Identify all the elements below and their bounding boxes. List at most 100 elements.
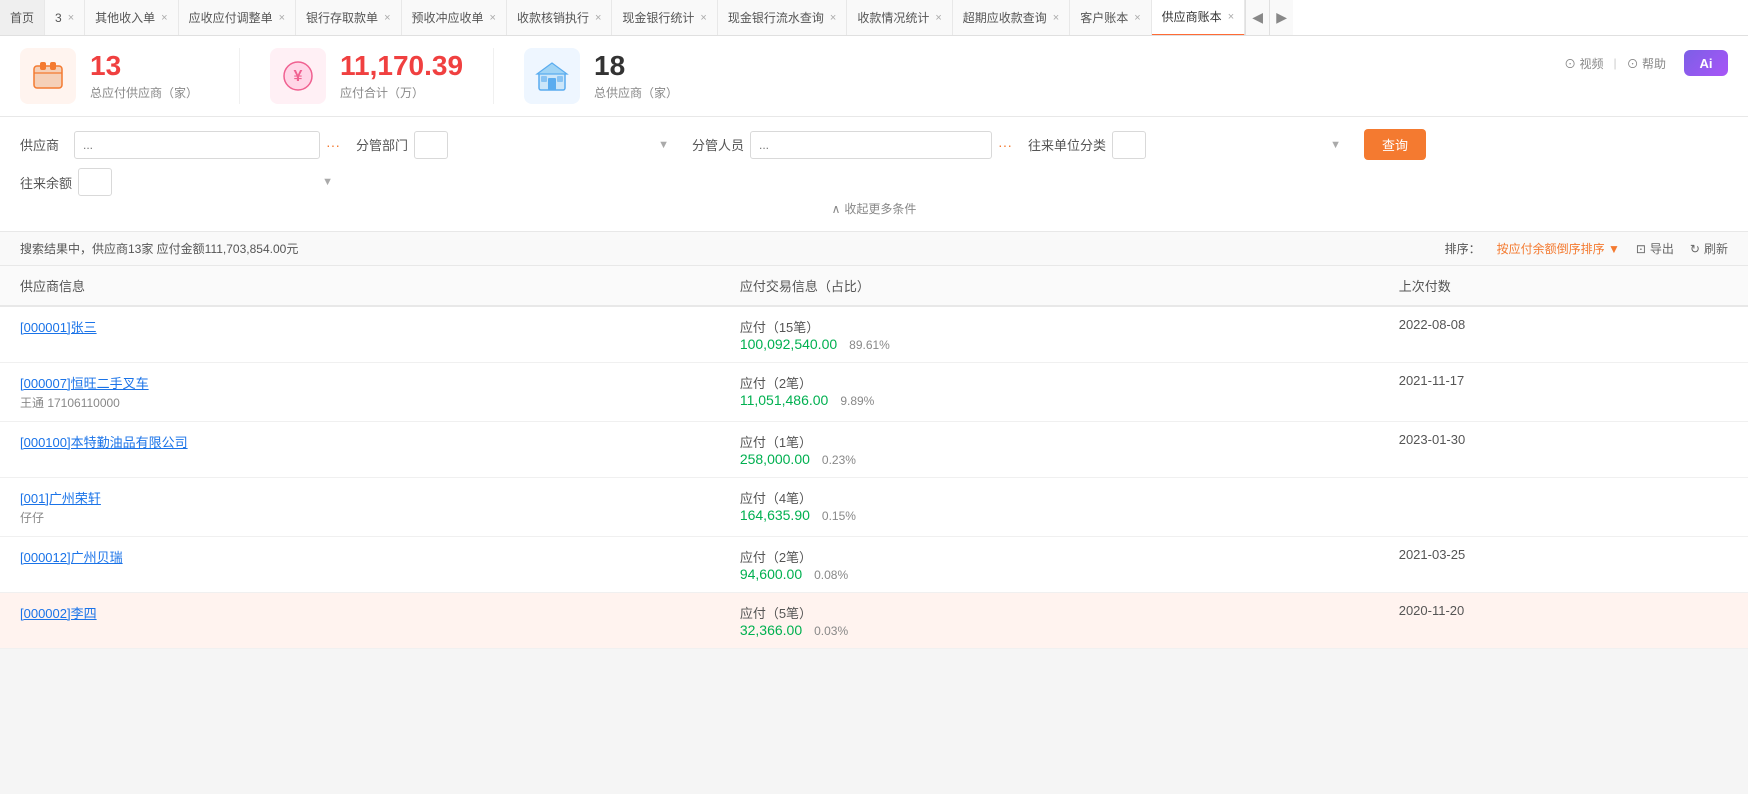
collapse-btn[interactable]: ∧ 收起更多条件 bbox=[20, 196, 1728, 223]
refresh-icon: ↻ bbox=[1690, 242, 1700, 256]
nav-tab-cash-bank-stat[interactable]: 现金银行统计 × bbox=[612, 0, 717, 36]
nav-tab-3[interactable]: 3 × bbox=[45, 0, 85, 36]
nav-tab-overdue-ar[interactable]: 超期应收款查询 × bbox=[953, 0, 1070, 36]
stat-block-total-suppliers: 18 总供应商（家） bbox=[524, 48, 744, 104]
stat-label-payable: 应付合计（万） bbox=[340, 84, 463, 101]
refresh-btn[interactable]: ↻ 刷新 bbox=[1690, 240, 1728, 257]
nav-tab-collection-verify[interactable]: 收款核销执行 × bbox=[507, 0, 612, 36]
filter-dept: 分管部门 ▼ bbox=[356, 131, 676, 159]
filter-supplier: 供应商 ··· bbox=[20, 131, 340, 159]
stat-num-suppliers: 13 bbox=[90, 51, 198, 82]
export-btn[interactable]: ⊡ 导出 bbox=[1636, 240, 1674, 257]
tx-pct: 0.08% bbox=[814, 568, 848, 582]
balance-select[interactable] bbox=[78, 168, 112, 196]
nav-tab-ar-ap-adjust[interactable]: 应收应付调整单 × bbox=[179, 0, 296, 36]
nav-tab-prepay-offset[interactable]: 预收冲应收单 × bbox=[402, 0, 507, 36]
nav-tab-overdue-ar-label: 超期应收款查询 bbox=[963, 9, 1047, 26]
supplier-input[interactable] bbox=[74, 131, 320, 159]
supplier-link[interactable]: [000001]张三 bbox=[20, 320, 97, 335]
nav-tab-home[interactable]: 首页 bbox=[0, 0, 45, 36]
th-tx-info: 应付交易信息（占比） bbox=[720, 266, 1379, 306]
sort-value-text: 按应付余额倒序排序 bbox=[1497, 242, 1605, 256]
nav-prev-arrow[interactable]: ◀ bbox=[1245, 0, 1269, 36]
supplier-sub: 王通 17106110000 bbox=[20, 394, 700, 411]
close-icon-collection-verify[interactable]: × bbox=[595, 12, 601, 24]
person-expand-icon[interactable]: ··· bbox=[998, 137, 1012, 153]
filter-category: 往来单位分类 ▼ bbox=[1028, 131, 1348, 159]
refresh-label: 刷新 bbox=[1704, 240, 1728, 257]
nav-tab-supplier-ledger[interactable]: 供应商账本 × bbox=[1152, 0, 1245, 36]
close-icon-customer-ledger[interactable]: × bbox=[1134, 12, 1140, 24]
nav-tab-customer-ledger[interactable]: 客户账本 × bbox=[1070, 0, 1151, 36]
nav-tab-cash-bank-flow[interactable]: 现金银行流水查询 × bbox=[718, 0, 847, 36]
tx-amount[interactable]: 100,092,540.00 bbox=[740, 336, 837, 352]
nav-tab-other-income-label: 其他收入单 bbox=[95, 9, 155, 26]
supplier-link[interactable]: [000012]广州贝瑞 bbox=[20, 550, 123, 565]
supplier-link[interactable]: [000002]李四 bbox=[20, 606, 97, 621]
help-btn[interactable]: ⊙ 帮助 bbox=[1627, 55, 1666, 72]
nav-tab-ar-ap-adjust-label: 应收应付调整单 bbox=[189, 9, 273, 26]
close-icon-supplier-ledger[interactable]: × bbox=[1228, 11, 1234, 23]
table-body: [000001]张三应付（15笔）100,092,540.0089.61%202… bbox=[0, 306, 1748, 649]
tx-label: 应付（2笔） bbox=[740, 373, 1359, 392]
top-nav: 首页 3 × 其他收入单 × 应收应付调整单 × 银行存取款单 × 预收冲应收单… bbox=[0, 0, 1748, 36]
tx-amount[interactable]: 94,600.00 bbox=[740, 566, 802, 582]
sort-value-btn[interactable]: 按应付余额倒序排序 ▼ bbox=[1497, 240, 1620, 257]
nav-tab-cash-bank-flow-label: 现金银行流水查询 bbox=[728, 9, 824, 26]
tx-label: 应付（5笔） bbox=[740, 603, 1359, 622]
supplier-expand-icon[interactable]: ··· bbox=[326, 137, 340, 153]
category-select[interactable] bbox=[1112, 131, 1146, 159]
payable-icon: ¥ bbox=[270, 48, 326, 104]
supplier-link[interactable]: [001]广州荣轩 bbox=[20, 491, 101, 506]
ai-badge-btn[interactable]: Ai bbox=[1684, 50, 1728, 76]
filter-row-2: 往来余额 ▼ bbox=[20, 168, 1728, 196]
result-bar: 搜索结果中，供应商13家 应付金额111,703,854.00元 排序： 按应付… bbox=[0, 232, 1748, 266]
nav-tab-supplier-ledger-label: 供应商账本 bbox=[1162, 8, 1222, 25]
tx-amount[interactable]: 164,635.90 bbox=[740, 507, 810, 523]
td-tx-info: 应付（2笔）94,600.000.08% bbox=[720, 537, 1379, 593]
supplier-label: 供应商 bbox=[20, 135, 68, 154]
stat-label-suppliers: 总应付供应商（家） bbox=[90, 84, 198, 101]
close-icon-3[interactable]: × bbox=[68, 12, 74, 24]
balance-chevron-icon: ▼ bbox=[322, 176, 333, 188]
nav-tab-collection-stat[interactable]: 收款情况统计 × bbox=[847, 0, 952, 36]
stat-num-total-suppliers: 18 bbox=[594, 51, 678, 82]
td-tx-info: 应付（2笔）11,051,486.009.89% bbox=[720, 363, 1379, 422]
table-row: [000012]广州贝瑞应付（2笔）94,600.000.08%2021-03-… bbox=[0, 537, 1748, 593]
table-row: [000002]李四应付（5笔）32,366.000.03%2020-11-20 bbox=[0, 593, 1748, 649]
td-last-payment bbox=[1379, 478, 1748, 537]
supplier-link[interactable]: [000007]恒旺二手叉车 bbox=[20, 376, 149, 391]
filter-row-1: 供应商 ··· 分管部门 ▼ 分管人员 ··· 往来单位分类 ▼ 查询 bbox=[20, 129, 1728, 160]
td-supplier-info: [000007]恒旺二手叉车王通 17106110000 bbox=[0, 363, 720, 422]
chevron-up-icon: ∧ bbox=[832, 202, 841, 216]
dept-label: 分管部门 bbox=[356, 135, 408, 154]
close-icon-collection-stat[interactable]: × bbox=[935, 12, 941, 24]
tx-amount[interactable]: 258,000.00 bbox=[740, 451, 810, 467]
video-help-btn[interactable]: ⊙ 视频 bbox=[1564, 55, 1603, 72]
close-icon-other-income[interactable]: × bbox=[161, 12, 167, 24]
tx-amount[interactable]: 11,051,486.00 bbox=[740, 392, 829, 408]
table-row: [000007]恒旺二手叉车王通 17106110000应付（2笔）11,051… bbox=[0, 363, 1748, 422]
close-icon-prepay-offset[interactable]: × bbox=[490, 12, 496, 24]
close-icon-cash-bank-stat[interactable]: × bbox=[700, 12, 706, 24]
close-icon-bank-deposit[interactable]: × bbox=[384, 12, 390, 24]
store-icon bbox=[524, 48, 580, 104]
dept-select-wrap: ▼ bbox=[414, 131, 676, 159]
result-actions: 排序： 按应付余额倒序排序 ▼ ⊡ 导出 ↻ 刷新 bbox=[1445, 240, 1728, 257]
query-button[interactable]: 查询 bbox=[1364, 129, 1426, 160]
close-icon-overdue-ar[interactable]: × bbox=[1053, 12, 1059, 24]
td-supplier-info: [000012]广州贝瑞 bbox=[0, 537, 720, 593]
filter-balance: 往来余额 ▼ bbox=[20, 168, 340, 196]
close-icon-cash-bank-flow[interactable]: × bbox=[830, 12, 836, 24]
close-icon-ar-ap-adjust[interactable]: × bbox=[279, 12, 285, 24]
tx-amount[interactable]: 32,366.00 bbox=[740, 622, 802, 638]
supplier-link[interactable]: [000100]本特勤油品有限公司 bbox=[20, 435, 188, 450]
person-input[interactable] bbox=[750, 131, 992, 159]
nav-next-arrow[interactable]: ▶ bbox=[1269, 0, 1293, 36]
nav-tab-other-income[interactable]: 其他收入单 × bbox=[85, 0, 178, 36]
nav-tab-bank-deposit[interactable]: 银行存取款单 × bbox=[296, 0, 401, 36]
nav-tab-prepay-offset-label: 预收冲应收单 bbox=[412, 9, 484, 26]
dept-select[interactable] bbox=[414, 131, 448, 159]
help-icon: ⊙ bbox=[1627, 57, 1639, 71]
td-last-payment: 2023-01-30 bbox=[1379, 422, 1748, 478]
